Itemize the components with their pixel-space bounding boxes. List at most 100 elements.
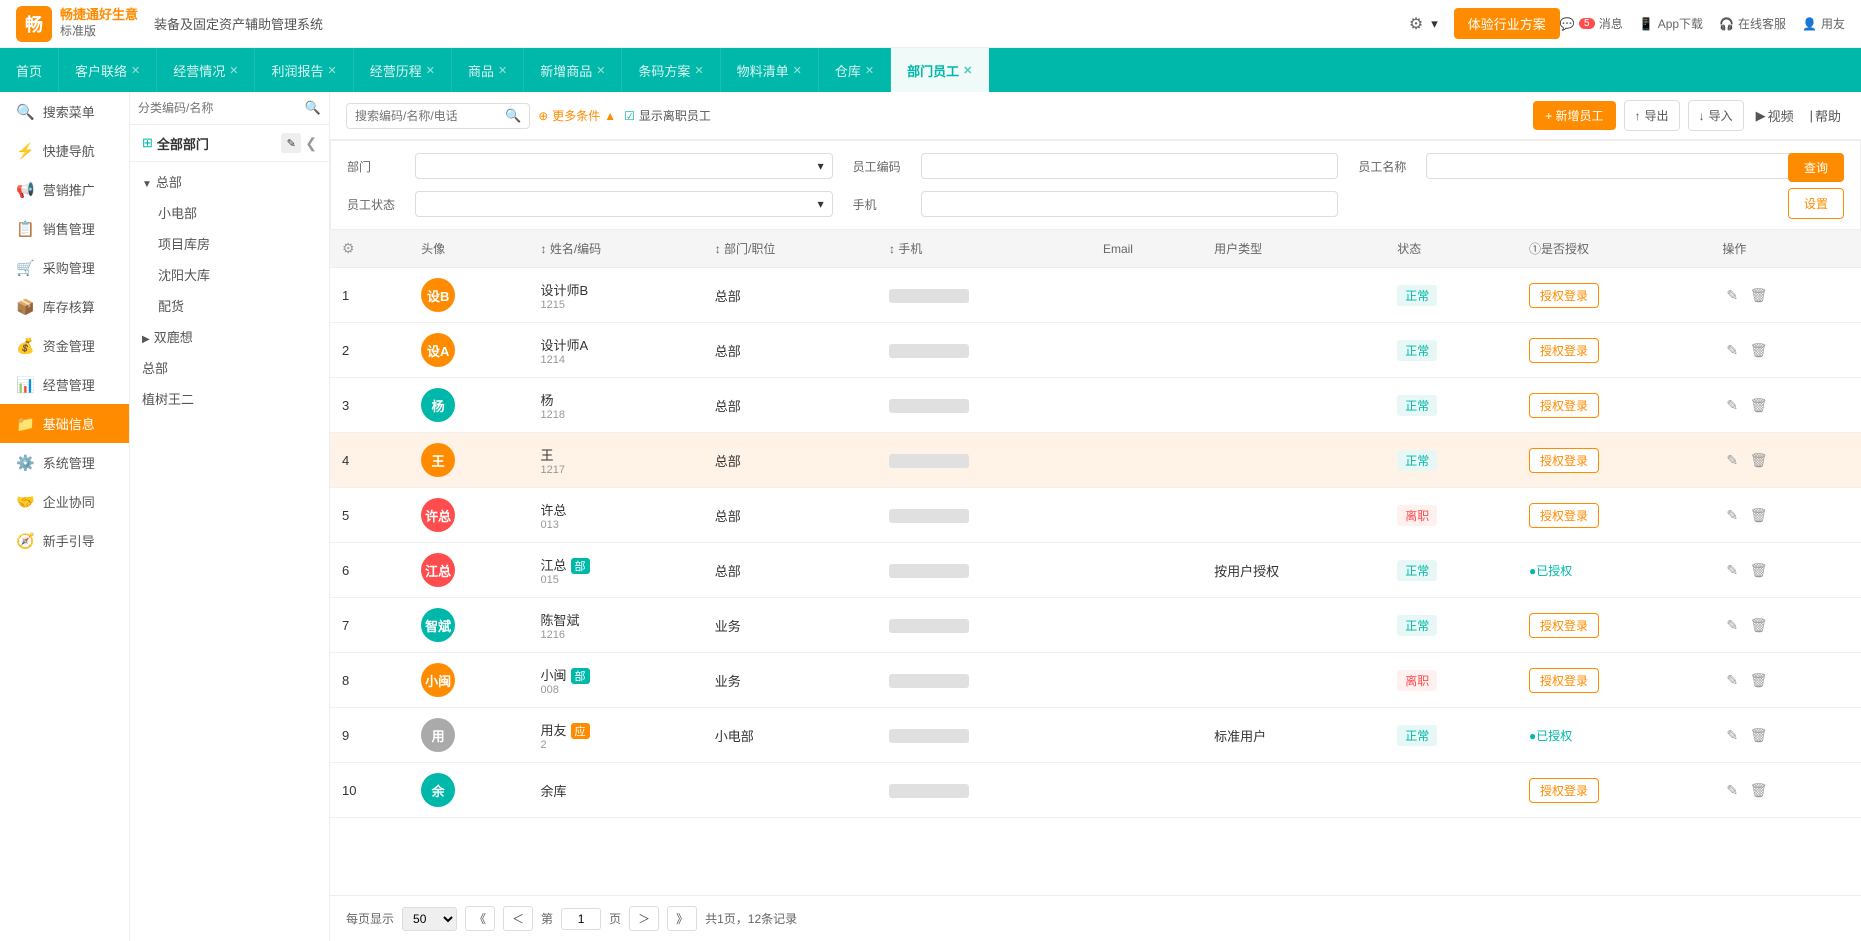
user-btn[interactable]: 👤 用友: [1802, 15, 1845, 32]
sidebar-item-operation[interactable]: 📊 经营管理: [0, 365, 129, 404]
show-resigned-toggle[interactable]: ☑ 显示离职员工: [624, 107, 711, 124]
message-btn[interactable]: 💬 5 消息: [1560, 15, 1623, 32]
tab-profit[interactable]: 利润报告 ✕: [255, 48, 353, 92]
dept-filter-dropdown[interactable]: ▾: [415, 153, 833, 179]
close-icon[interactable]: ✕: [426, 64, 435, 77]
authorize-button[interactable]: 授权登录: [1529, 503, 1599, 528]
edit-button[interactable]: ✎: [1722, 505, 1742, 526]
phone-filter-input[interactable]: [921, 191, 1339, 217]
edit-button[interactable]: ✎: [1722, 560, 1742, 581]
sidebar-item-guide[interactable]: 🧭 新手引导: [0, 521, 129, 560]
authorize-button[interactable]: 授权登录: [1529, 613, 1599, 638]
dept-node-distribution[interactable]: 配货: [130, 290, 329, 321]
gear-icon[interactable]: ⚙: [1409, 14, 1423, 34]
add-employee-button[interactable]: + 新增员工: [1533, 101, 1615, 130]
col-name[interactable]: ↕ 姓名/编码: [529, 230, 703, 268]
dept-node-project[interactable]: 项目库房: [130, 228, 329, 259]
delete-button[interactable]: 🗑: [1746, 780, 1772, 801]
sidebar-item-finance[interactable]: 💰 资金管理: [0, 326, 129, 365]
col-phone[interactable]: ↕ 手机: [877, 230, 1091, 268]
dept-search-input[interactable]: [138, 101, 305, 115]
sidebar-item-quick-nav[interactable]: ⚡ 快捷导航: [0, 131, 129, 170]
delete-button[interactable]: 🗑: [1746, 560, 1772, 581]
delete-button[interactable]: 🗑: [1746, 670, 1772, 691]
tab-home[interactable]: 首页: [0, 48, 59, 92]
dept-node-dual[interactable]: ▶双鹿想: [130, 321, 329, 352]
edit-button[interactable]: ✎: [1722, 395, 1742, 416]
search-input[interactable]: [355, 109, 505, 123]
edit-button[interactable]: ✎: [1722, 615, 1742, 636]
edit-button[interactable]: ✎: [1722, 450, 1742, 471]
sidebar-item-collab[interactable]: 🤝 企业协同: [0, 482, 129, 521]
tab-new-goods[interactable]: 新增商品 ✕: [524, 48, 622, 92]
edit-button[interactable]: ✎: [1722, 285, 1742, 306]
delete-button[interactable]: 🗑: [1746, 505, 1772, 526]
try-btn[interactable]: 体验行业方案: [1454, 8, 1560, 39]
dept-collapse-icon[interactable]: ❮: [305, 135, 317, 152]
dept-node-plant[interactable]: 植树王二: [130, 383, 329, 414]
dept-edit-icon[interactable]: ✎: [281, 133, 301, 153]
delete-button[interactable]: 🗑: [1746, 450, 1772, 471]
name-filter-input[interactable]: [1426, 153, 1844, 179]
tab-employees[interactable]: 部门员工 ✕: [891, 48, 989, 92]
authorize-button[interactable]: 授权登录: [1529, 668, 1599, 693]
tab-goods[interactable]: 商品 ✕: [452, 48, 524, 92]
delete-button[interactable]: 🗑: [1746, 285, 1772, 306]
import-button[interactable]: ↓ 导入: [1688, 100, 1744, 131]
delete-button[interactable]: 🗑: [1746, 340, 1772, 361]
app-download-btn[interactable]: 📱 App下载: [1639, 15, 1703, 32]
tab-history[interactable]: 经营历程 ✕: [354, 48, 452, 92]
col-dept[interactable]: ↕ 部门/职位: [703, 230, 877, 268]
close-icon[interactable]: ✕: [498, 64, 507, 77]
close-icon[interactable]: ✕: [328, 64, 337, 77]
tab-barcode[interactable]: 条码方案 ✕: [622, 48, 720, 92]
sidebar-item-purchase[interactable]: 🛒 采购管理: [0, 248, 129, 287]
close-icon[interactable]: ✕: [694, 64, 703, 77]
close-icon[interactable]: ✕: [793, 64, 802, 77]
dept-node-hq[interactable]: 总部: [130, 352, 329, 383]
sidebar-item-system[interactable]: ⚙️ 系统管理: [0, 443, 129, 482]
delete-button[interactable]: 🗑: [1746, 615, 1772, 636]
page-size-select[interactable]: 50 100: [402, 907, 457, 931]
dept-search-icon[interactable]: 🔍: [305, 100, 321, 116]
close-icon[interactable]: ✕: [865, 64, 874, 77]
close-icon[interactable]: ✕: [596, 64, 605, 77]
page-number-input[interactable]: [561, 908, 601, 930]
view-button[interactable]: ▶ 视频: [1752, 102, 1798, 129]
close-icon[interactable]: ✕: [963, 64, 972, 77]
authorize-button[interactable]: 授权登录: [1529, 283, 1599, 308]
tab-warehouse[interactable]: 仓库 ✕: [819, 48, 891, 92]
dept-node-small-elec[interactable]: 小电部: [130, 197, 329, 228]
authorize-button[interactable]: 授权登录: [1529, 778, 1599, 803]
tab-operation[interactable]: 经营情况 ✕: [157, 48, 255, 92]
authorize-button[interactable]: 授权登录: [1529, 448, 1599, 473]
sidebar-item-search[interactable]: 🔍 搜索菜单: [0, 92, 129, 131]
code-filter-input[interactable]: [921, 153, 1339, 179]
dept-node-shenyang[interactable]: 沈阳大库: [130, 259, 329, 290]
edit-button[interactable]: ✎: [1722, 670, 1742, 691]
status-filter-dropdown[interactable]: ▾: [415, 191, 833, 217]
sidebar-item-stock[interactable]: 📦 库存核算: [0, 287, 129, 326]
edit-button[interactable]: ✎: [1722, 780, 1742, 801]
next-page-btn[interactable]: ＞: [629, 906, 659, 931]
search-icon[interactable]: 🔍: [505, 108, 521, 124]
close-icon[interactable]: ✕: [131, 64, 140, 77]
close-icon[interactable]: ✕: [229, 64, 238, 77]
edit-button[interactable]: ✎: [1722, 725, 1742, 746]
help-button[interactable]: | 帮助: [1806, 102, 1845, 129]
tab-bom[interactable]: 物料清单 ✕: [721, 48, 819, 92]
delete-button[interactable]: 🗑: [1746, 725, 1772, 746]
tab-customer[interactable]: 客户联络 ✕: [59, 48, 157, 92]
authorize-button[interactable]: 授权登录: [1529, 393, 1599, 418]
online-service-btn[interactable]: 🎧 在线客服: [1719, 15, 1786, 32]
settings-icon[interactable]: ⚙: [342, 240, 355, 256]
authorize-button[interactable]: 授权登录: [1529, 338, 1599, 363]
delete-button[interactable]: 🗑: [1746, 395, 1772, 416]
settings-button[interactable]: 设置: [1788, 188, 1844, 219]
sidebar-item-sales[interactable]: 📋 销售管理: [0, 209, 129, 248]
sidebar-item-marketing[interactable]: 📢 营销推广: [0, 170, 129, 209]
first-page-btn[interactable]: 《: [465, 906, 495, 931]
search-button[interactable]: 查询: [1788, 153, 1844, 182]
edit-button[interactable]: ✎: [1722, 340, 1742, 361]
export-button[interactable]: ↑ 导出: [1624, 100, 1680, 131]
